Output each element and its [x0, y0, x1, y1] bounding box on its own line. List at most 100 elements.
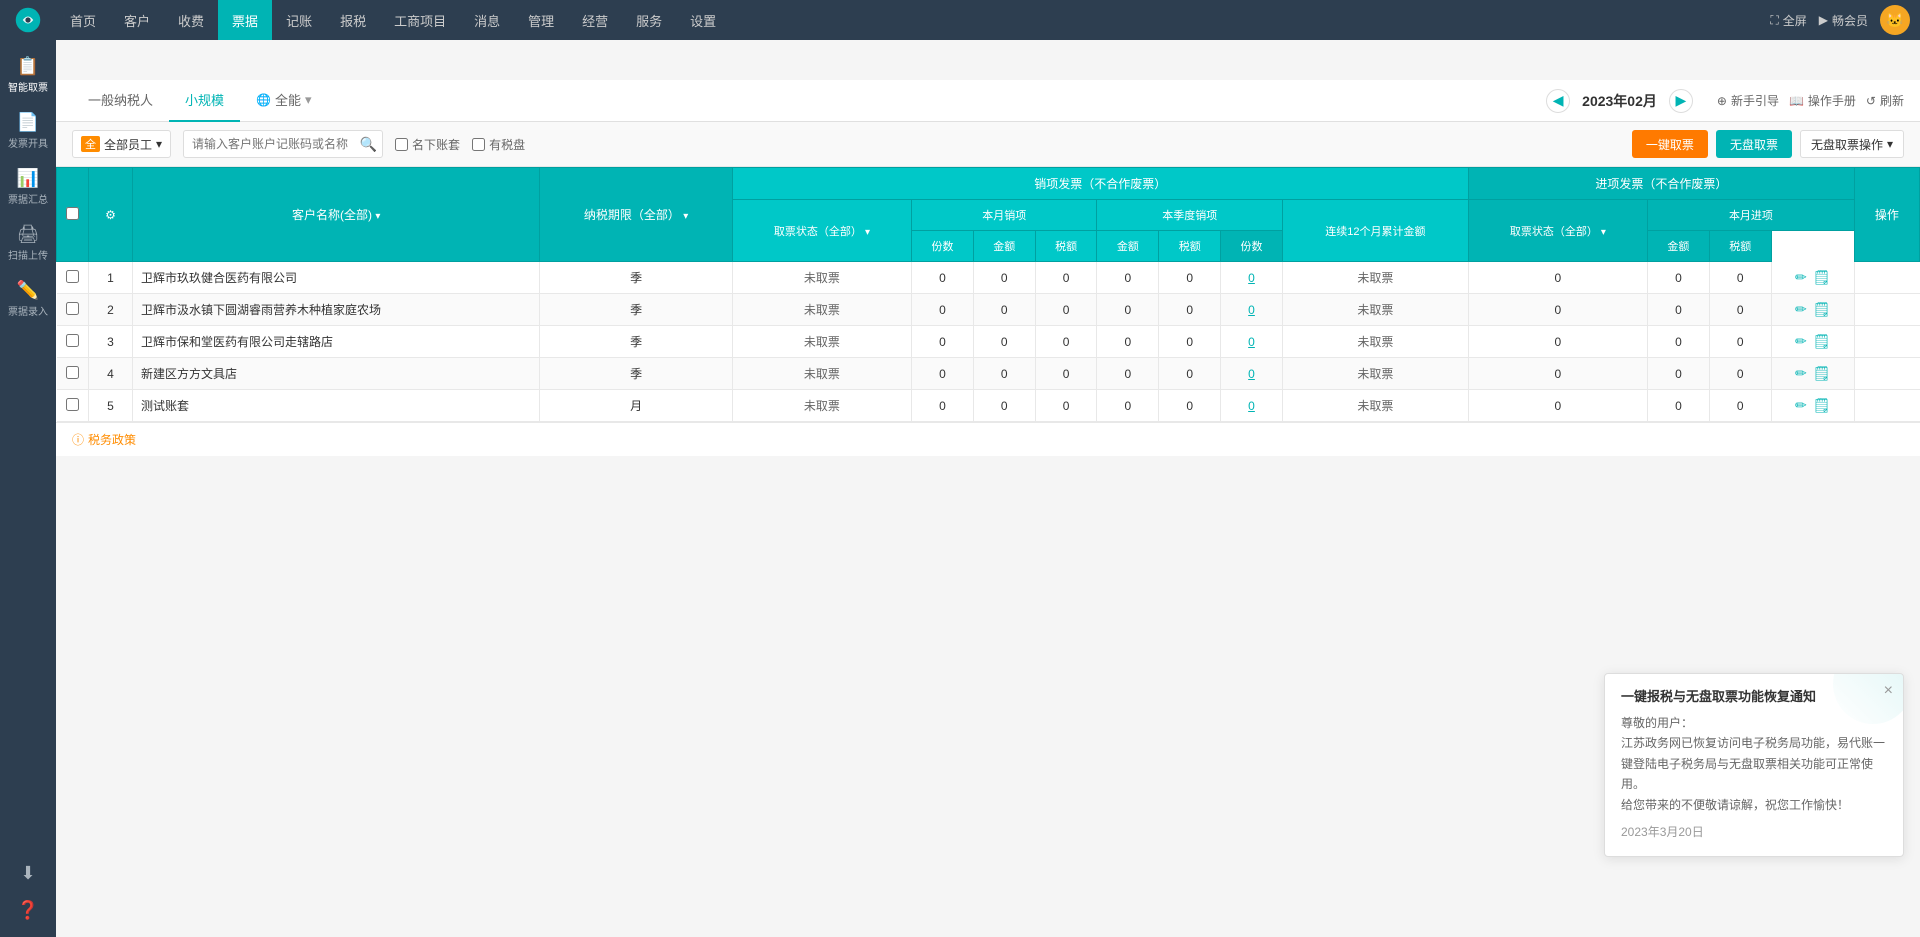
row-edit-icon[interactable]: ✏	[1795, 301, 1807, 318]
select-all-checkbox[interactable]	[66, 207, 79, 220]
nav-invoice[interactable]: 票据	[218, 0, 272, 40]
guide-icon: ⊕	[1717, 94, 1727, 108]
search-button[interactable]: 🔍	[360, 136, 377, 153]
row-sales-monthly-amount: 0	[973, 294, 1035, 326]
sidebar-item-ticket-entry[interactable]: ✏️ 票据录入	[3, 272, 53, 326]
nav-manage[interactable]: 管理	[514, 0, 568, 40]
row-edit-icon[interactable]: ✏	[1795, 333, 1807, 350]
notification-content: 尊敬的用户： 江苏政务网已恢复访问电子税务局功能，易代账一键登陆电子税务局与无盘…	[1621, 713, 1887, 815]
row-checkbox[interactable]	[66, 334, 79, 347]
row-checkbox[interactable]	[66, 366, 79, 379]
notification-close-btn[interactable]: ×	[1884, 682, 1893, 700]
row-view-icon[interactable]: 🗒	[1813, 397, 1831, 414]
row-checkbox-cell	[57, 262, 89, 294]
table-row: 4 新建区方方文具店 季 未取票 0 0 0 0 0 0 未取票 0 0 0 ✏…	[57, 358, 1920, 390]
nav-settings[interactable]: 设置	[676, 0, 730, 40]
row-sales-monthly-tax: 0	[1035, 294, 1097, 326]
tab-general-taxpayer[interactable]: 一般纳税人	[72, 80, 169, 122]
sales-status-filter-icon[interactable]: ▾	[865, 227, 870, 238]
manual-btn[interactable]: 📖 操作手册	[1789, 92, 1856, 109]
sidebar-item-invoice-issue[interactable]: 📄 发票开具	[3, 104, 53, 158]
user-avatar[interactable]: 🐱	[1880, 5, 1910, 35]
help-icon[interactable]: ❓	[17, 900, 39, 921]
row-checkbox[interactable]	[66, 270, 79, 283]
sidebar-item-ticket-summary[interactable]: 📊 票据汇总	[3, 160, 53, 214]
row-checkbox[interactable]	[66, 302, 79, 315]
search-input[interactable]	[183, 130, 383, 158]
row-sales-quarterly-amount: 0	[1097, 294, 1159, 326]
row-sales-quarterly-amount: 0	[1097, 390, 1159, 422]
th-tax-period: 纳税期限（全部） ▾	[540, 168, 732, 262]
sidebar-item-smart-ticket[interactable]: 📋 智能取票	[3, 48, 53, 102]
app-logo	[10, 2, 46, 38]
row-view-icon[interactable]: 🗒	[1813, 365, 1831, 382]
row-sales-quarterly-tax: 0	[1159, 262, 1221, 294]
customer-filter-icon[interactable]: ▾	[375, 211, 380, 222]
row-checkbox-cell	[57, 326, 89, 358]
row-input-monthly-amount: 0	[1648, 326, 1710, 358]
row-no: 5	[89, 390, 133, 422]
nav-tax[interactable]: 报税	[326, 0, 380, 40]
period-prev-btn[interactable]: ◀	[1546, 89, 1570, 113]
tab-small-scale[interactable]: 小规模	[169, 80, 240, 122]
row-no: 3	[89, 326, 133, 358]
tax-period-filter-icon[interactable]: ▾	[683, 211, 688, 222]
row-edit-icon[interactable]: ✏	[1795, 269, 1807, 286]
row-sales-status: 未取票	[732, 294, 911, 326]
top-nav-right: ⛶ 全屏 ▶ 畅会员 🐱	[1770, 5, 1910, 35]
input-status-filter-icon[interactable]: ▾	[1601, 227, 1606, 238]
checkbox-taxdisk-input[interactable]	[472, 138, 485, 151]
nav-message[interactable]: 消息	[460, 0, 514, 40]
row-view-icon[interactable]: 🗒	[1813, 269, 1831, 286]
nav-business[interactable]: 工商项目	[380, 0, 460, 40]
checkbox-myaccounts[interactable]: 名下账套	[395, 136, 460, 153]
row-sales-status: 未取票	[732, 390, 911, 422]
toolbar-right: 一键取票 无盘取票 无盘取票操作 ▾	[1632, 130, 1904, 158]
nav-home[interactable]: 首页	[56, 0, 110, 40]
row-sales-status: 未取票	[732, 262, 911, 294]
guide-btn[interactable]: ⊕ 新手引导	[1717, 92, 1779, 109]
th-monthly-sales: 本月销项	[912, 200, 1097, 231]
checkbox-taxdisk[interactable]: 有税盘	[472, 136, 525, 153]
nodisk-ticket-btn[interactable]: 无盘取票	[1716, 130, 1792, 158]
main-table: ⚙ 客户名称(全部) ▾ 纳税期限（全部） ▾ 销项发票（不合作废票） 进项发票…	[56, 167, 1920, 422]
row-input-monthly-count: 0	[1468, 262, 1647, 294]
member-btn[interactable]: ▶ 畅会员	[1819, 12, 1868, 29]
row-view-icon[interactable]: 🗒	[1813, 333, 1831, 350]
table-row: 3 卫辉市保和堂医药有限公司走辖路店 季 未取票 0 0 0 0 0 0 未取票…	[57, 326, 1920, 358]
tab-all[interactable]: 🌐 全能 ▾	[240, 80, 328, 122]
refresh-btn[interactable]: ↺ 刷新	[1866, 92, 1904, 109]
nodisk-ops-btn[interactable]: 无盘取票操作 ▾	[1800, 130, 1904, 158]
nav-operation[interactable]: 经营	[568, 0, 622, 40]
row-sales-monthly-tax: 0	[1035, 390, 1097, 422]
period-next-btn[interactable]: ▶	[1669, 89, 1693, 113]
row-actions: ✏ 🗒	[1771, 262, 1854, 294]
row-view-icon[interactable]: 🗒	[1813, 301, 1831, 318]
row-input-status: 未取票	[1282, 294, 1468, 326]
th-sales-status: 取票状态（全部） ▾	[732, 200, 911, 262]
row-checkbox-cell	[57, 390, 89, 422]
th-quarterly-sales: 本季度销项	[1097, 200, 1282, 231]
row-input-monthly-tax: 0	[1709, 262, 1771, 294]
download-icon[interactable]: ⬇	[20, 863, 35, 884]
nav-fee[interactable]: 收费	[164, 0, 218, 40]
checkbox-myaccounts-input[interactable]	[395, 138, 408, 151]
search-wrap: 🔍	[183, 130, 383, 158]
row-tax-period: 季	[540, 358, 732, 390]
employee-select[interactable]: 全 全部员工 ▾	[72, 130, 171, 158]
tax-policy-link[interactable]: ⓘ 税务政策	[72, 431, 1904, 448]
row-edit-icon[interactable]: ✏	[1795, 397, 1807, 414]
onekey-ticket-btn[interactable]: 一键取票	[1632, 130, 1708, 158]
fullscreen-btn[interactable]: ⛶ 全屏	[1770, 12, 1806, 29]
period-navigation: ◀ 2023年02月 ▶	[1546, 89, 1693, 113]
row-actions: ✏ 🗒	[1771, 294, 1854, 326]
nav-service[interactable]: 服务	[622, 0, 676, 40]
sidebar-item-scan-upload[interactable]: 🖨 扫描上传	[3, 216, 53, 270]
th-input-group: 进项发票（不合作废票）	[1468, 168, 1854, 200]
row-sales-quarterly-tax: 0	[1159, 358, 1221, 390]
nav-customer[interactable]: 客户	[110, 0, 164, 40]
th-settings: ⚙	[89, 168, 133, 262]
row-checkbox[interactable]	[66, 398, 79, 411]
row-edit-icon[interactable]: ✏	[1795, 365, 1807, 382]
nav-accounting[interactable]: 记账	[272, 0, 326, 40]
